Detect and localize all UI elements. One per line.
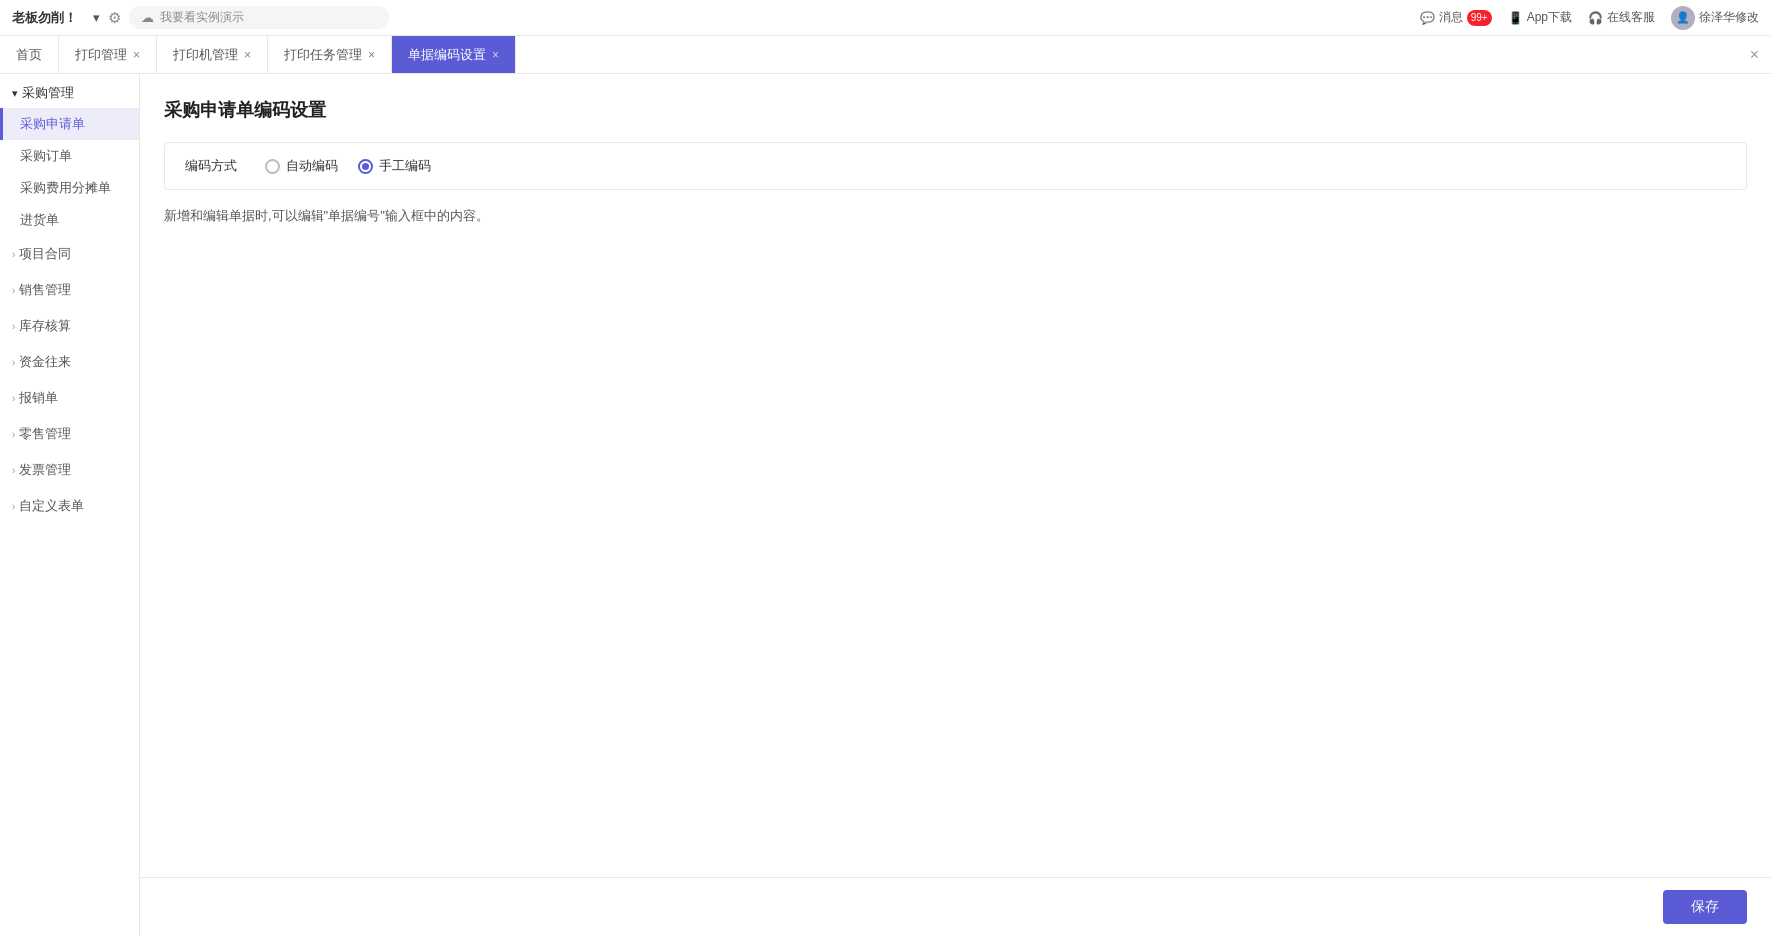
message-label: 消息 [1439,9,1463,26]
encoding-section: 编码方式 自动编码 手工编码 [164,142,1747,190]
sidebar-group-retail-mgmt-label: 零售管理 [19,425,71,443]
tab-print-mgmt[interactable]: 打印管理 × [59,36,157,73]
radio-manual-label: 手工编码 [379,157,431,175]
tab-barcode-setting[interactable]: 单据编码设置 × [392,36,516,73]
tab-printer-mgmt-label: 打印机管理 [173,46,238,64]
tab-print-mgmt-close[interactable]: × [133,49,140,61]
sidebar: ▾ 采购管理 采购申请单 采购订单 采购费用分摊单 进货单 › 项目合同 › 销… [0,74,140,936]
topbar-right: 💬 消息 99+ 📱 App下载 🎧 在线客服 👤 徐泽华修改 [1420,6,1759,30]
search-bar[interactable]: ☁ 我要看实例演示 [129,6,389,29]
sidebar-group-fund-label: 资金往来 [19,353,71,371]
tab-printer-mgmt[interactable]: 打印机管理 × [157,36,268,73]
sidebar-group-invoice-mgmt-label: 发票管理 [19,461,71,479]
sidebar-group-sales-mgmt-label: 销售管理 [19,281,71,299]
sidebar-group-custom-form-label: 自定义表单 [19,497,84,515]
tab-print-task-mgmt[interactable]: 打印任务管理 × [268,36,392,73]
gear-icon[interactable]: ⚙ [108,9,121,27]
main-layout: ▾ 采购管理 采购申请单 采购订单 采购费用分摊单 进货单 › 项目合同 › 销… [0,74,1771,936]
content-inner: 采购申请单编码设置 编码方式 自动编码 [140,74,1771,877]
topbar: 老板勿削！ ▾ ⚙ ☁ 我要看实例演示 💬 消息 99+ 📱 App下载 🎧 在… [0,0,1771,36]
headset-icon: 🎧 [1588,11,1603,25]
chevron-right-icon: › [12,321,15,332]
chevron-right-icon: › [12,429,15,440]
chevron-right-icon: › [12,501,15,512]
sidebar-item-stock-in[interactable]: 进货单 [0,204,139,236]
encoding-label: 编码方式 [185,157,241,175]
chevron-right-icon: › [12,393,15,404]
message-badge: 99+ [1467,10,1492,26]
dropdown-trigger[interactable]: ▾ [93,10,100,25]
sidebar-group-return-label: 报销单 [19,389,58,407]
sidebar-item-purchase-expense-label: 采购费用分摊单 [20,179,111,197]
sidebar-group-purchase-mgmt[interactable]: ▾ 采购管理 [0,74,139,108]
tab-printer-mgmt-close[interactable]: × [244,49,251,61]
sidebar-group-fund[interactable]: › 资金往来 [0,344,139,380]
radio-auto-label: 自动编码 [286,157,338,175]
sidebar-item-purchase-order-label: 采购订单 [20,147,72,165]
tab-bar-close-icon[interactable]: × [1750,46,1759,64]
online-service-label: 在线客服 [1607,9,1655,26]
radio-auto-outer[interactable] [265,159,280,174]
chevron-right-icon: › [12,357,15,368]
sidebar-item-purchase-request-label: 采购申请单 [20,115,85,133]
radio-manual-inner [362,163,369,170]
content-footer: 保存 [140,877,1771,936]
save-button[interactable]: 保存 [1663,890,1747,924]
radio-auto-encode[interactable]: 自动编码 [265,157,338,175]
avatar: 👤 [1671,6,1695,30]
download-icon: 📱 [1508,11,1523,25]
tab-print-task-mgmt-label: 打印任务管理 [284,46,362,64]
sidebar-group-sales-mgmt[interactable]: › 销售管理 [0,272,139,308]
sidebar-item-stock-in-label: 进货单 [20,211,59,229]
user-menu[interactable]: 👤 徐泽华修改 [1671,6,1759,30]
tab-home-label: 首页 [16,46,42,64]
app-download-label: App下载 [1527,9,1572,26]
chevron-right-icon: › [12,465,15,476]
tab-barcode-setting-label: 单据编码设置 [408,46,486,64]
tab-print-mgmt-label: 打印管理 [75,46,127,64]
tabs-bar: 首页 打印管理 × 打印机管理 × 打印任务管理 × 单据编码设置 × × [0,36,1771,74]
radio-manual-outer[interactable] [358,159,373,174]
search-placeholder-text: 我要看实例演示 [160,9,244,26]
radio-group-encoding: 自动编码 手工编码 [265,157,431,175]
message-button[interactable]: 💬 消息 99+ [1420,9,1492,26]
sidebar-item-purchase-order[interactable]: 采购订单 [0,140,139,172]
sidebar-group-project-contract-label: 项目合同 [19,245,71,263]
tab-barcode-setting-close[interactable]: × [492,49,499,61]
sidebar-item-purchase-request[interactable]: 采购申请单 [0,108,139,140]
message-icon: 💬 [1420,11,1435,25]
sidebar-group-project-contract[interactable]: › 项目合同 [0,236,139,272]
page-title: 采购申请单编码设置 [164,98,1747,122]
description-text: 新增和编辑单据时,可以编辑"单据编号"输入框中的内容。 [164,206,1747,227]
app-download-button[interactable]: 📱 App下载 [1508,9,1572,26]
chevron-right-icon: › [12,249,15,260]
sidebar-group-return[interactable]: › 报销单 [0,380,139,416]
content-area: 采购申请单编码设置 编码方式 自动编码 [140,74,1771,936]
brand-logo: 老板勿削！ [12,9,77,27]
user-name: 徐泽华修改 [1699,9,1759,26]
cloud-icon: ☁ [141,10,154,25]
sidebar-group-inventory[interactable]: › 库存核算 [0,308,139,344]
sidebar-group-inventory-label: 库存核算 [19,317,71,335]
sidebar-group-purchase-mgmt-label: 采购管理 [22,84,74,102]
online-service-button[interactable]: 🎧 在线客服 [1588,9,1655,26]
sidebar-group-custom-form[interactable]: › 自定义表单 [0,488,139,524]
chevron-right-icon: › [12,285,15,296]
sidebar-group-retail-mgmt[interactable]: › 零售管理 [0,416,139,452]
avatar-icon: 👤 [1676,11,1690,24]
tab-print-task-mgmt-close[interactable]: × [368,49,375,61]
tab-home[interactable]: 首页 [0,36,59,73]
sidebar-group-invoice-mgmt[interactable]: › 发票管理 [0,452,139,488]
sidebar-item-purchase-expense[interactable]: 采购费用分摊单 [0,172,139,204]
chevron-down-icon: ▾ [93,10,100,25]
encoding-row: 编码方式 自动编码 手工编码 [185,157,1726,175]
radio-manual-encode[interactable]: 手工编码 [358,157,431,175]
chevron-down-icon: ▾ [12,87,18,100]
